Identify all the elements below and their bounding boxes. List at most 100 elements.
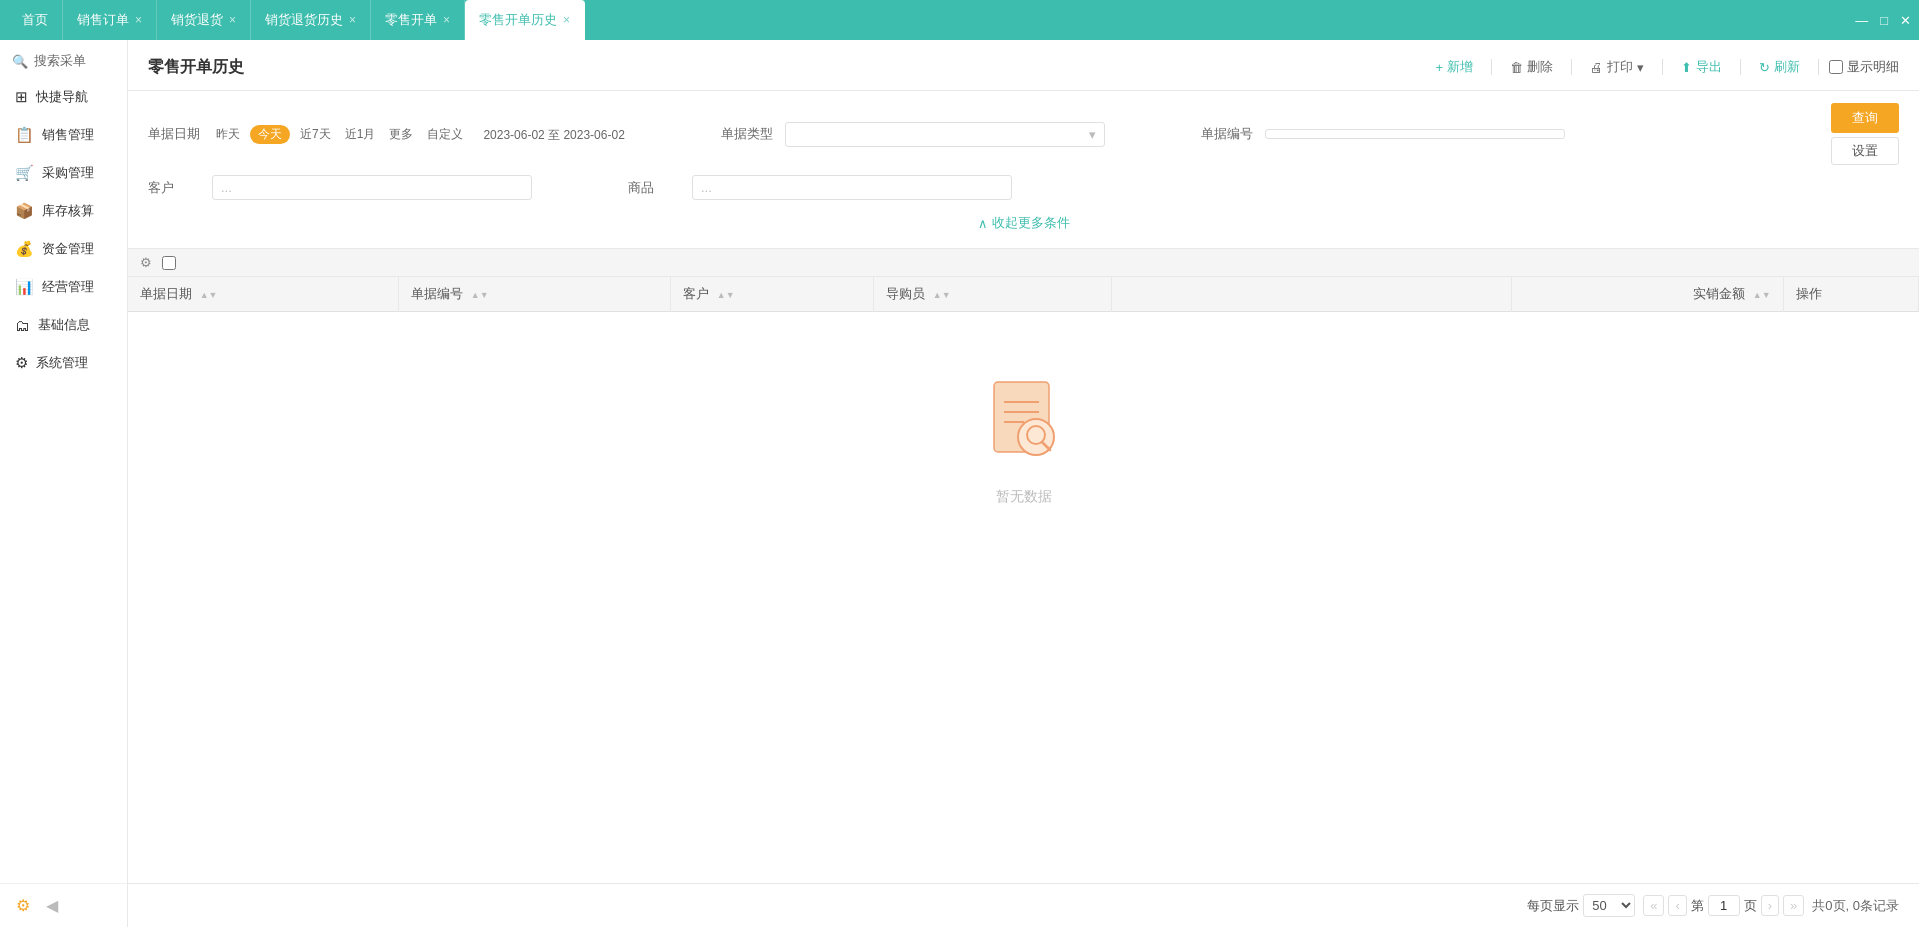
tab-retail-open-history-label: 零售开单历史 [479, 11, 557, 29]
sidebar-item-purchase-mgmt[interactable]: 🛒 采购管理 [0, 154, 127, 192]
first-page-button[interactable]: « [1643, 895, 1664, 916]
tab-sales-return[interactable]: 销货退货 × [157, 0, 251, 40]
select-all-checkbox[interactable] [162, 256, 176, 270]
sidebar: 🔍 搜索采单 ⊞ 快捷导航 📋 销售管理 🛒 采购管理 📦 库存核算 💰 资金管… [0, 40, 128, 927]
col-date-label: 单据日期 [140, 286, 192, 301]
type-filter-select[interactable]: ▾ [785, 122, 1105, 147]
close-icon[interactable]: × [563, 13, 570, 27]
empty-text: 暂无数据 [996, 488, 1052, 506]
settings-button[interactable]: 设置 [1831, 137, 1899, 165]
print-button[interactable]: 🖨 打印 ▾ [1582, 54, 1652, 80]
collapse-sidebar-icon[interactable]: ◀ [46, 896, 58, 915]
empty-icon [974, 372, 1074, 472]
inventory-icon: 📦 [15, 202, 34, 220]
current-page: 1 [1708, 895, 1740, 916]
operations-icon: 📊 [15, 278, 34, 296]
close-icon[interactable]: × [135, 13, 142, 27]
show-detail-label: 显示明细 [1847, 58, 1899, 76]
new-button[interactable]: + 新增 [1427, 54, 1481, 80]
sidebar-item-operations-label: 经营管理 [42, 278, 94, 296]
type-filter-label: 单据类型 [721, 125, 777, 143]
minimize-button[interactable]: — [1855, 13, 1868, 28]
empty-state: 暂无数据 [128, 312, 1919, 566]
tab-home[interactable]: 首页 [8, 0, 63, 40]
refresh-button[interactable]: ↻ 刷新 [1751, 54, 1808, 80]
print-chevron: ▾ [1637, 60, 1644, 75]
sort-icon[interactable]: ▲▼ [933, 290, 951, 300]
date-opt-more[interactable]: 更多 [385, 125, 417, 144]
query-button[interactable]: 查询 [1831, 103, 1899, 133]
col-customer: 客户 ▲▼ [671, 277, 874, 312]
search-icon: 🔍 [12, 54, 28, 69]
tab-sales-return-history[interactable]: 销货退货历史 × [251, 0, 371, 40]
date-opt-yesterday[interactable]: 昨天 [212, 125, 244, 144]
pagination: 每页显示 50 10 20 100 « ‹ 第 1 页 › » 共0页, 0条记… [128, 883, 1919, 927]
new-icon: + [1435, 60, 1443, 75]
divider [1571, 59, 1572, 75]
show-detail-toggle[interactable]: 显示明细 [1829, 58, 1899, 76]
date-opt-today[interactable]: 今天 [250, 125, 290, 144]
sort-icon[interactable]: ▲▼ [200, 290, 218, 300]
tab-home-label: 首页 [22, 11, 48, 29]
col-amount-label: 实销金额 [1693, 286, 1745, 301]
page-nav: « ‹ 第 1 页 › » [1643, 895, 1804, 916]
col-customer-label: 客户 [683, 286, 709, 301]
page-of-label: 页 [1744, 897, 1757, 915]
date-quick-options: 昨天 今天 近7天 近1月 更多 自定义 [212, 125, 467, 144]
date-opt-custom[interactable]: 自定义 [423, 125, 467, 144]
tab-retail-open[interactable]: 零售开单 × [371, 0, 465, 40]
tab-retail-open-history[interactable]: 零售开单历史 × [465, 0, 585, 40]
sidebar-item-finance[interactable]: 💰 资金管理 [0, 230, 127, 268]
sidebar-item-basic-info[interactable]: 🗂 基础信息 [0, 306, 127, 344]
prev-page-button[interactable]: ‹ [1668, 895, 1686, 916]
restore-button[interactable]: □ [1880, 13, 1888, 28]
next-page-button[interactable]: › [1761, 895, 1779, 916]
doc-no-input[interactable] [1265, 129, 1565, 139]
collapse-filter-label: 收起更多条件 [992, 214, 1070, 232]
basic-info-icon: 🗂 [15, 317, 30, 334]
page-label: 第 [1691, 897, 1704, 915]
quick-nav-icon: ⊞ [15, 88, 28, 106]
sidebar-item-sales-mgmt[interactable]: 📋 销售管理 [0, 116, 127, 154]
date-opt-7days[interactable]: 近7天 [296, 125, 335, 144]
delete-button[interactable]: 🗑 删除 [1502, 54, 1561, 80]
close-icon[interactable]: × [229, 13, 236, 27]
filter-row-1: 单据日期 昨天 今天 近7天 近1月 更多 自定义 2023-06-02 至 2… [148, 103, 1899, 165]
table-area: ⚙ 单据日期 ▲▼ 单据编号 ▲▼ 客户 [128, 249, 1919, 883]
settings-icon[interactable]: ⚙ [16, 896, 30, 915]
main-layout: 🔍 搜索采单 ⊞ 快捷导航 📋 销售管理 🛒 采购管理 📦 库存核算 💰 资金管… [0, 40, 1919, 927]
sidebar-item-finance-label: 资金管理 [42, 240, 94, 258]
table-settings-icon[interactable]: ⚙ [140, 255, 152, 270]
sidebar-item-quick-nav[interactable]: ⊞ 快捷导航 [0, 78, 127, 116]
sidebar-item-basic-info-label: 基础信息 [38, 316, 90, 334]
customer-input[interactable]: ... [212, 175, 532, 200]
show-detail-checkbox[interactable] [1829, 60, 1843, 74]
date-range-field: 2023-06-02 至 2023-06-02 [483, 125, 624, 144]
close-icon[interactable]: × [443, 13, 450, 27]
col-date: 单据日期 ▲▼ [128, 277, 399, 312]
sidebar-item-inventory[interactable]: 📦 库存核算 [0, 192, 127, 230]
sidebar-item-operations[interactable]: 📊 经营管理 [0, 268, 127, 306]
sidebar-search[interactable]: 🔍 搜索采单 [0, 44, 127, 78]
new-label: 新增 [1447, 58, 1473, 76]
per-page-select[interactable]: 50 10 20 100 [1583, 894, 1635, 917]
header-actions: + 新增 🗑 删除 🖨 打印 ▾ ⬆ 导出 [1427, 54, 1899, 80]
product-input[interactable]: ... [692, 175, 1012, 200]
table-header: 单据日期 ▲▼ 单据编号 ▲▼ 客户 ▲▼ 导购员 [128, 277, 1919, 312]
export-label: 导出 [1696, 58, 1722, 76]
close-window-button[interactable]: ✕ [1900, 13, 1911, 28]
last-page-button[interactable]: » [1783, 895, 1804, 916]
export-button[interactable]: ⬆ 导出 [1673, 54, 1730, 80]
divider [1818, 59, 1819, 75]
tab-sales-order[interactable]: 销售订单 × [63, 0, 157, 40]
tab-sales-order-label: 销售订单 [77, 11, 129, 29]
collapse-filter-button[interactable]: ∧ 收起更多条件 [978, 210, 1070, 236]
sidebar-search-label: 搜索采单 [34, 52, 86, 70]
sidebar-item-system-mgmt[interactable]: ⚙ 系统管理 [0, 344, 127, 382]
sort-icon[interactable]: ▲▼ [1753, 290, 1771, 300]
sort-icon[interactable]: ▲▼ [471, 290, 489, 300]
delete-label: 删除 [1527, 58, 1553, 76]
close-icon[interactable]: × [349, 13, 356, 27]
sort-icon[interactable]: ▲▼ [717, 290, 735, 300]
date-opt-1month[interactable]: 近1月 [341, 125, 380, 144]
